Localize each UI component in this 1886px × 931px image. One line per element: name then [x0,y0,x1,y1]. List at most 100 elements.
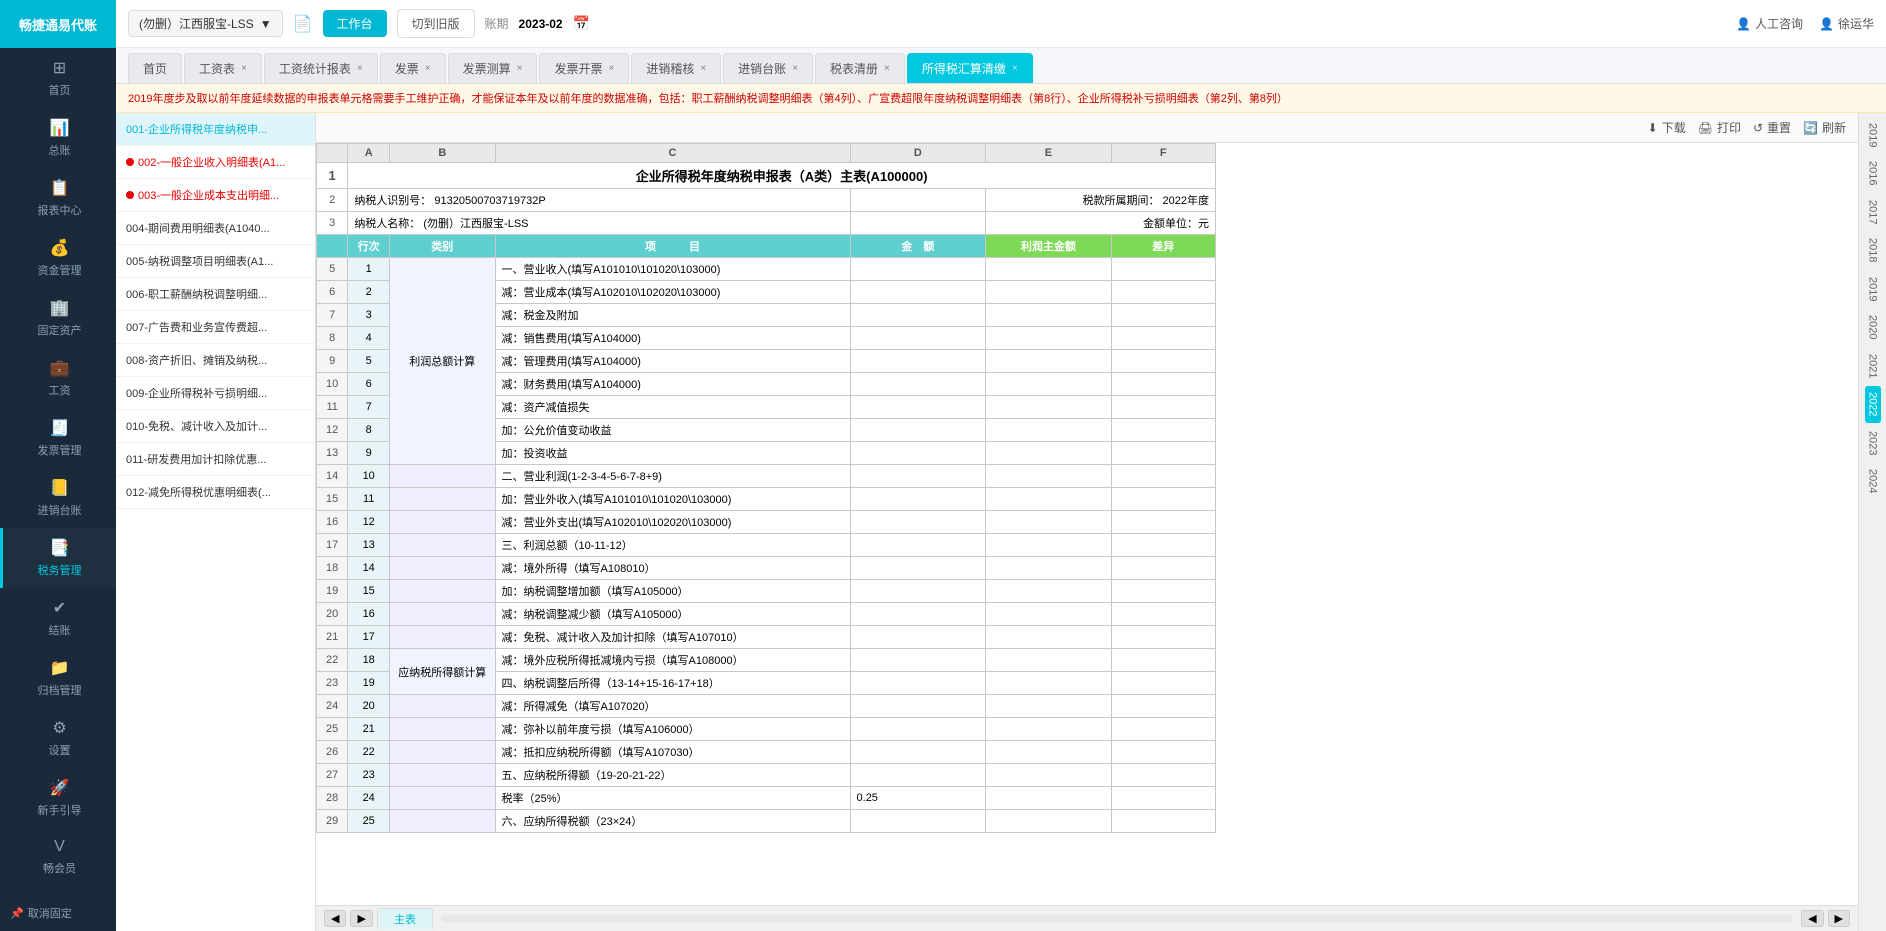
sidebar-item-report-center[interactable]: 📋 报表中心 [0,168,116,228]
sidebar-item-guide[interactable]: 🚀 新手引导 [0,768,116,828]
left-panel-item-009[interactable]: 009-企业所得税补亏损明细... [116,377,315,410]
tab-label: 进销稽核 [646,60,694,77]
sidebar-item-label: 报表中心 [38,202,82,218]
col-xuhao-header: 行次 [348,235,390,258]
year-item-2024[interactable]: 2024 [1865,463,1881,499]
tab-sales-ledger[interactable]: 进销台账 × [723,53,813,83]
spreadsheet-toolbar: ⬇ 下载 🖨 打印 ↺ 重置 🔄 刷新 [316,113,1858,143]
sidebar-item-label: 结账 [49,622,71,638]
sidebar-item-label: 进销台账 [38,502,82,518]
sidebar-item-settlement[interactable]: ✔ 结账 [0,588,116,648]
year-item-2022[interactable]: 2022 [1865,386,1881,422]
sidebar-item-archive[interactable]: 📁 归档管理 [0,648,116,708]
table-row: 28 24 税率（25%） 0.25 [317,787,1216,810]
tab-salary-stats[interactable]: 工资统计报表 × [264,53,378,83]
item-label: 001-企业所得税年度纳税申... [126,121,267,137]
left-panel-item-001[interactable]: 001-企业所得税年度纳税申... [116,113,315,146]
sidebar-item-fixed-assets[interactable]: 🏢 固定资产 [0,288,116,348]
tab-close-icon[interactable]: × [241,63,247,74]
scroll-right-button[interactable]: ▶ [1828,910,1850,927]
left-panel-item-010[interactable]: 010-免税、减计收入及加计... [116,410,315,443]
sidebar-item-label: 税务管理 [38,562,82,578]
user-avatar[interactable]: 👤 徐运华 [1819,15,1874,32]
table-row: 17 13 三、利润总额（10-11-12） [317,534,1216,557]
tab-home[interactable]: 首页 [128,53,182,83]
table-row: 16 12 减：营业外支出(填写A102010\102020\103000) [317,511,1216,534]
tab-purchase-audit[interactable]: 进销稽核 × [631,53,721,83]
reset-button[interactable]: ↺ 重置 [1753,119,1791,136]
tab-invoice-open[interactable]: 发票开票 × [539,53,629,83]
table-title: 企业所得税年度纳税申报表（A类）主表(A100000) [348,163,1216,189]
left-panel-item-011[interactable]: 011-研发费用加计扣除优惠... [116,443,315,476]
refresh-button[interactable]: 🔄 刷新 [1803,119,1846,136]
left-panel-item-012[interactable]: 012-减免所得税优惠明细表(... [116,476,315,509]
year-item-2020[interactable]: 2020 [1865,309,1881,345]
tab-close-icon[interactable]: × [1012,63,1018,74]
tab-close-icon[interactable]: × [517,63,523,74]
year-item-2023[interactable]: 2023 [1865,425,1881,461]
horizontal-scrollbar[interactable] [441,915,1793,923]
tab-invoice-calc[interactable]: 发票测算 × [448,53,538,83]
sidebar-item-home[interactable]: ⊞ 首页 [0,48,116,108]
sidebar-item-invoice-mgmt[interactable]: 🧾 发票管理 [0,408,116,468]
empty-cell2 [850,212,986,235]
guide-icon: 🚀 [50,778,70,798]
left-panel-item-005[interactable]: 005-纳税调整项目明细表(A1... [116,245,315,278]
tab-close-icon[interactable]: × [608,63,614,74]
spreadsheet-wrapper[interactable]: A B C D E F 1 企业所得税年度纳税申 [316,143,1858,905]
tab-close-icon[interactable]: × [425,63,431,74]
scroll-left-button[interactable]: ◀ [1801,910,1823,927]
prev-sheet-button[interactable]: ◀ [324,910,346,927]
tab-bar: 首页 工资表 × 工资统计报表 × 发票 × 发票测算 × 发票开票 × 进销稽… [116,48,1886,84]
table-row: 14 10 二、营业利润(1-2-3-4-5-6-7-8+9) [317,465,1216,488]
left-panel-item-006[interactable]: 006-职工薪酬纳税调整明细... [116,278,315,311]
taxpayer-name-cell: 纳税人名称： (勿删）江西服宝-LSS [348,212,850,235]
year-item-2021[interactable]: 2021 [1865,348,1881,384]
year-item-2017[interactable]: 2017 [1865,194,1881,230]
bottom-tab-bar: ◀ ▶ 主表 ◀ ▶ [316,905,1858,931]
main-area: (勿删）江西服宝-LSS ▼ 📄 工作台 切到旧版 账期 2023-02 📅 👤… [116,0,1886,931]
tab-close-icon[interactable]: × [357,63,363,74]
sheet-tab-main[interactable]: 主表 [377,908,433,930]
tab-income-tax[interactable]: 所得税汇算清缴 × [907,53,1033,83]
sidebar-item-general-ledger[interactable]: 📊 总账 [0,108,116,168]
next-sheet-button[interactable]: ▶ [350,910,372,927]
tab-close-icon[interactable]: × [700,63,706,74]
year-item-2018[interactable]: 2018 [1865,232,1881,268]
tab-invoice[interactable]: 发票 × [380,53,446,83]
print-button[interactable]: 🖨 打印 [1698,119,1741,136]
tab-close-icon[interactable]: × [884,63,890,74]
tab-salary[interactable]: 工资表 × [184,53,262,83]
col-lirunjine-header: 利润主金额 [986,235,1111,258]
tab-close-icon[interactable]: × [792,63,798,74]
switch-old-button[interactable]: 切到旧版 [397,9,475,38]
sidebar-item-salary[interactable]: 💼 工资 [0,348,116,408]
left-panel-item-008[interactable]: 008-资产折旧、摊销及纳税... [116,344,315,377]
sidebar-item-purchase-sales[interactable]: 📒 进销台账 [0,468,116,528]
left-panel-item-002[interactable]: 002-一般企业收入明细表(A1... [116,146,315,179]
download-button[interactable]: ⬇ 下载 [1648,119,1686,136]
company-selector[interactable]: (勿删）江西服宝-LSS ▼ [128,10,283,37]
year-item-2019[interactable]: 2019 [1865,271,1881,307]
left-panel-item-003[interactable]: 003-一般企业成本支出明细... [116,179,315,212]
ai-consult-button[interactable]: 👤 人工咨询 [1736,15,1803,32]
taxpayer-id-cell: 纳税人识别号： 91320500703719732P [348,189,850,212]
year-item-2016[interactable]: 2016 [1865,155,1881,191]
sidebar-item-capital[interactable]: 💰 资金管理 [0,228,116,288]
col-jine-header: 金 额 [850,235,986,258]
sidebar-item-settings[interactable]: ⚙ 设置 [0,708,116,768]
left-panel-item-007[interactable]: 007-广告费和业务宣传费超... [116,311,315,344]
left-panel-item-004[interactable]: 004-期间费用明细表(A1040... [116,212,315,245]
taxpayer-id-row: 2 纳税人识别号： 91320500703719732P 税款所属期间： 202… [317,189,1216,212]
item-label: 007-广告费和业务宣传费超... [126,319,267,335]
sidebar: 畅捷通易代账 ⊞ 首页 📊 总账 📋 报表中心 💰 资金管理 🏢 固定资产 💼 … [0,0,116,931]
workbench-button[interactable]: 工作台 [323,10,387,37]
tab-tax-clear[interactable]: 税表清册 × [815,53,905,83]
sidebar-item-tax-mgmt[interactable]: 📑 税务管理 [0,528,116,588]
row-num-1: 1 [317,163,348,189]
unpin-button[interactable]: 📌 取消固定 [0,895,116,931]
sidebar-item-label: 新手引导 [38,802,82,818]
year-item-2019-top[interactable]: 2019 [1865,117,1881,153]
table-row: 27 23 五、应纳税所得额（19-20-21-22） [317,764,1216,787]
sidebar-item-member[interactable]: V 畅会员 [0,828,116,886]
